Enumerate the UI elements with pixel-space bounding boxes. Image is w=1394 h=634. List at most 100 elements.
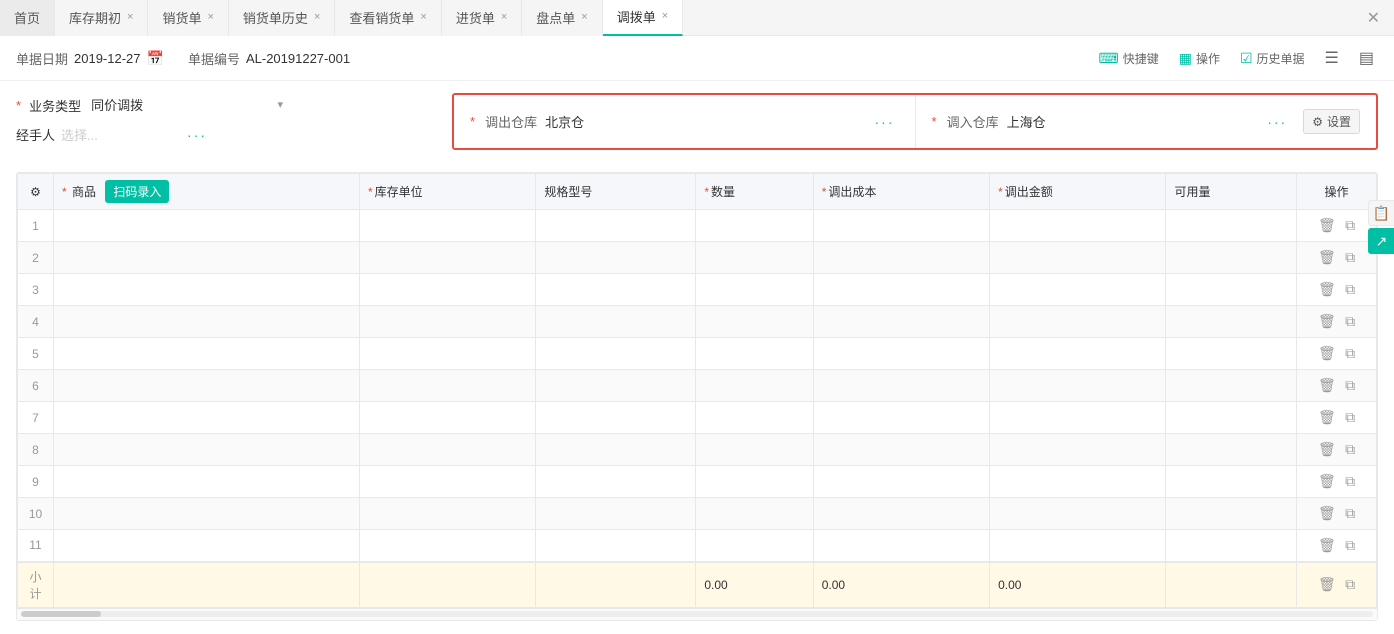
qty-cell[interactable] <box>696 370 813 402</box>
qty-cell[interactable] <box>696 498 813 530</box>
tab-inventory-check[interactable]: 盘点单× <box>522 0 602 36</box>
gear-col-header[interactable]: ⚙ <box>18 174 54 210</box>
in-warehouse-value[interactable]: 上海仓 <box>1007 112 1256 131</box>
cost-cell[interactable] <box>813 498 989 530</box>
out-warehouse-more-button[interactable]: ··· <box>871 114 899 130</box>
qty-cell[interactable] <box>696 530 813 562</box>
grid-view-button[interactable]: ▤ <box>1355 46 1378 70</box>
available-cell[interactable] <box>1166 338 1297 370</box>
product-cell[interactable] <box>54 498 360 530</box>
copy-icon[interactable]: ⧉ <box>1345 537 1355 553</box>
delete-icon[interactable]: 🗑 <box>1318 217 1336 233</box>
amount-cell[interactable] <box>990 306 1166 338</box>
spec-cell[interactable] <box>536 466 696 498</box>
tab-close-sales-history[interactable]: × <box>314 12 320 23</box>
out-warehouse-value[interactable]: 北京仓 <box>545 112 862 131</box>
tab-purchase-order[interactable]: 进货单× <box>442 0 522 36</box>
close-all-tabs-button[interactable]: ✕ <box>1353 8 1394 28</box>
product-cell[interactable] <box>54 242 360 274</box>
cost-cell[interactable] <box>813 370 989 402</box>
copy-icon[interactable]: ⧉ <box>1345 249 1355 265</box>
unit-cell[interactable] <box>360 306 536 338</box>
spec-cell[interactable] <box>536 242 696 274</box>
delete-icon[interactable]: 🗑 <box>1318 473 1336 489</box>
shortcut-button[interactable]: ⌨ 快捷键 <box>1094 48 1162 69</box>
delete-icon[interactable]: 🗑 <box>1318 377 1336 393</box>
amount-cell[interactable] <box>990 210 1166 242</box>
available-cell[interactable] <box>1166 402 1297 434</box>
product-cell[interactable] <box>54 402 360 434</box>
cost-cell[interactable] <box>813 338 989 370</box>
available-cell[interactable] <box>1166 466 1297 498</box>
cost-cell[interactable] <box>813 530 989 562</box>
tab-close-sales-order[interactable]: × <box>207 12 213 23</box>
delete-icon[interactable]: 🗑 <box>1318 537 1336 553</box>
copy-icon[interactable]: ⧉ <box>1345 345 1355 361</box>
copy-icon[interactable]: ⧉ <box>1345 473 1355 489</box>
person-more-button[interactable]: ··· <box>187 127 207 143</box>
amount-cell[interactable] <box>990 434 1166 466</box>
unit-cell[interactable] <box>360 338 536 370</box>
copy-icon[interactable]: ⧉ <box>1345 313 1355 329</box>
product-cell[interactable] <box>54 434 360 466</box>
product-cell[interactable] <box>54 306 360 338</box>
scrollbar[interactable] <box>17 608 1377 620</box>
delete-icon[interactable]: 🗑 <box>1318 313 1336 329</box>
tab-close-transfer-order[interactable]: × <box>662 11 668 22</box>
cost-cell[interactable] <box>813 306 989 338</box>
qty-cell[interactable] <box>696 242 813 274</box>
unit-cell[interactable] <box>360 434 536 466</box>
unit-cell[interactable] <box>360 370 536 402</box>
in-warehouse-more-button[interactable]: ··· <box>1263 114 1291 130</box>
spec-cell[interactable] <box>536 370 696 402</box>
spec-cell[interactable] <box>536 498 696 530</box>
tab-close-inventory-init[interactable]: × <box>127 12 133 23</box>
tab-close-inventory-check[interactable]: × <box>581 12 587 23</box>
product-cell[interactable] <box>54 210 360 242</box>
available-cell[interactable] <box>1166 434 1297 466</box>
delete-icon[interactable]: 🗑 <box>1318 409 1336 425</box>
tab-close-purchase-order[interactable]: × <box>501 12 507 23</box>
product-cell[interactable] <box>54 370 360 402</box>
qty-cell[interactable] <box>696 434 813 466</box>
spec-cell[interactable] <box>536 434 696 466</box>
unit-cell[interactable] <box>360 530 536 562</box>
sidebar-expand-button[interactable]: ↗ <box>1368 228 1394 254</box>
history-button[interactable]: ☑ 历史单据 <box>1236 48 1309 69</box>
qty-cell[interactable] <box>696 306 813 338</box>
product-cell[interactable] <box>54 530 360 562</box>
amount-cell[interactable] <box>990 242 1166 274</box>
available-cell[interactable] <box>1166 370 1297 402</box>
calendar-icon[interactable]: 📅 <box>147 50 164 67</box>
spec-cell[interactable] <box>536 306 696 338</box>
spec-cell[interactable] <box>536 338 696 370</box>
copy-icon[interactable]: ⧉ <box>1345 441 1355 457</box>
cost-cell[interactable] <box>813 274 989 306</box>
subtotal-copy-icon[interactable]: ⧉ <box>1345 576 1355 592</box>
unit-cell[interactable] <box>360 402 536 434</box>
available-cell[interactable] <box>1166 210 1297 242</box>
copy-icon[interactable]: ⧉ <box>1345 505 1355 521</box>
available-cell[interactable] <box>1166 306 1297 338</box>
delete-icon[interactable]: 🗑 <box>1318 345 1336 361</box>
amount-cell[interactable] <box>990 530 1166 562</box>
available-cell[interactable] <box>1166 530 1297 562</box>
view-toggle-button[interactable]: ☰ <box>1321 46 1343 70</box>
cost-cell[interactable] <box>813 242 989 274</box>
tab-view-sales[interactable]: 查看销货单× <box>335 0 441 36</box>
cost-cell[interactable] <box>813 210 989 242</box>
unit-cell[interactable] <box>360 210 536 242</box>
delete-icon[interactable]: 🗑 <box>1318 505 1336 521</box>
cost-cell[interactable] <box>813 466 989 498</box>
subtotal-delete-icon[interactable]: 🗑 <box>1318 576 1336 592</box>
cost-cell[interactable] <box>813 402 989 434</box>
amount-cell[interactable] <box>990 402 1166 434</box>
delete-icon[interactable]: 🗑 <box>1318 441 1336 457</box>
spec-cell[interactable] <box>536 274 696 306</box>
business-type-select[interactable]: 同价调拨 ▾ <box>87 93 287 117</box>
amount-cell[interactable] <box>990 466 1166 498</box>
available-cell[interactable] <box>1166 498 1297 530</box>
settings-button[interactable]: ⚙ 设置 <box>1303 109 1360 134</box>
qty-cell[interactable] <box>696 466 813 498</box>
amount-cell[interactable] <box>990 370 1166 402</box>
